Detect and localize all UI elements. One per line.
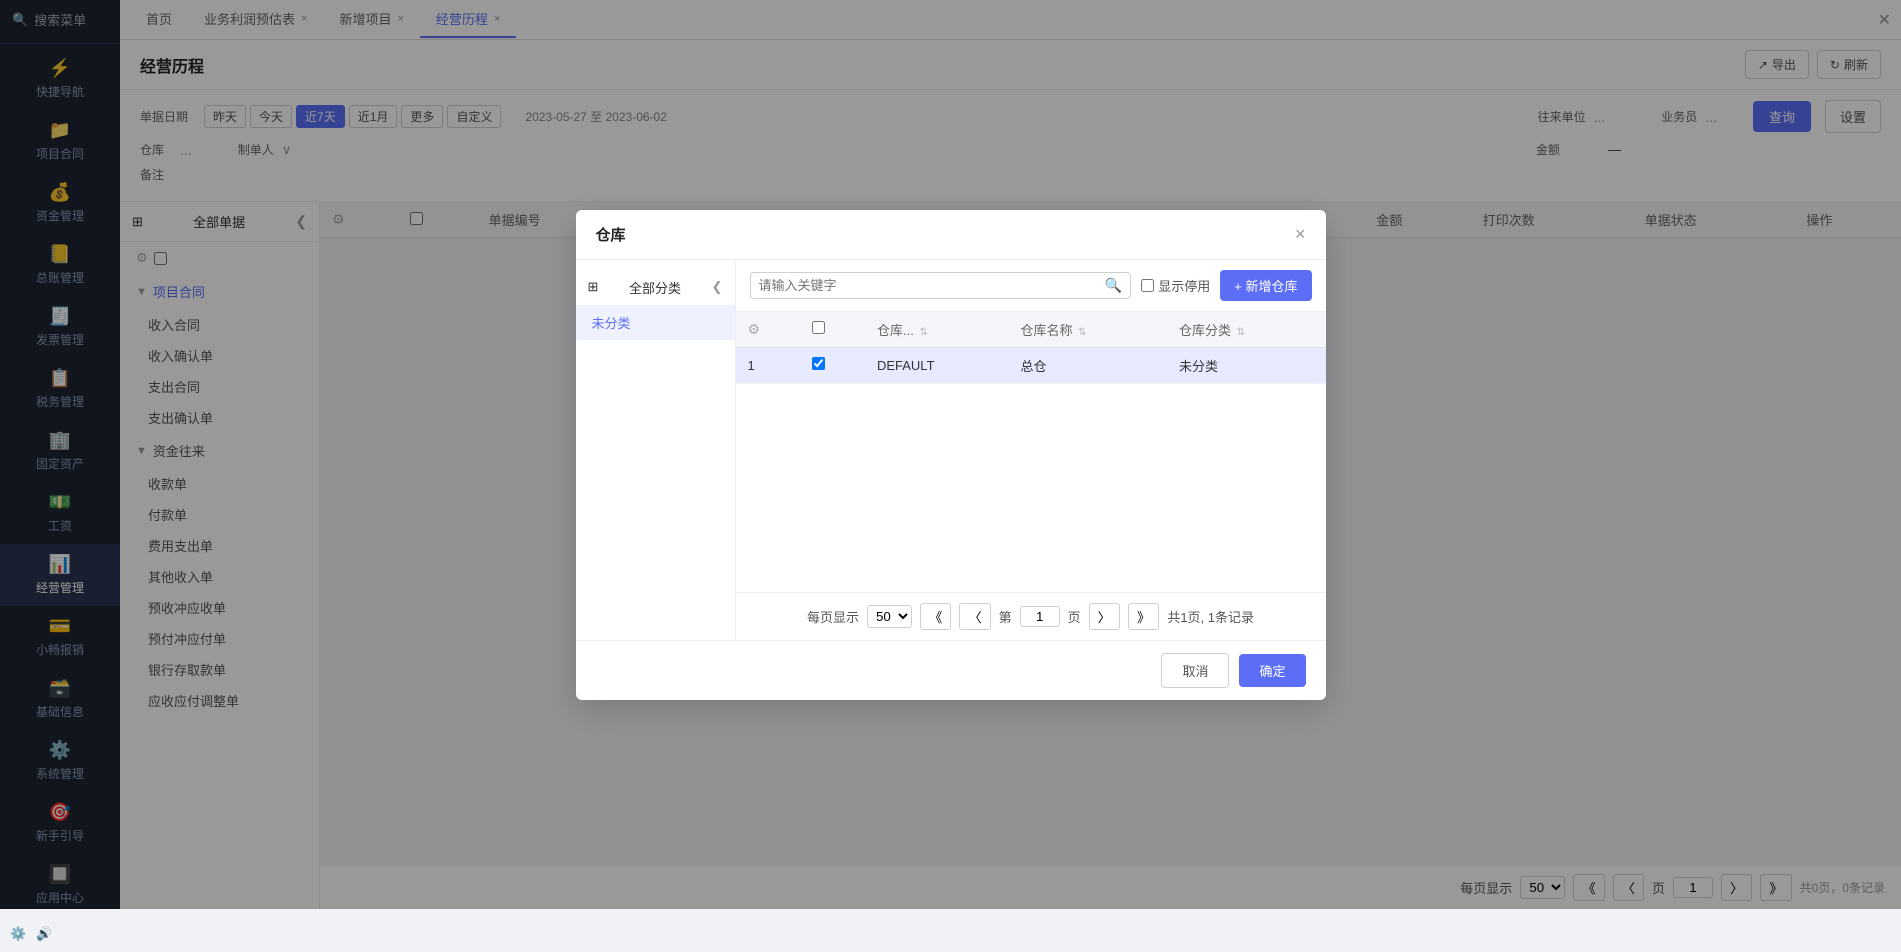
modal-first-page[interactable]: 《 [920,603,951,630]
modal-overlay: 仓库 × ⊞ 全部分类 ❮ 未分类 [0,0,1901,909]
modal-next-page[interactable]: 〉 [1089,603,1120,630]
unclassified-label: 未分类 [592,313,631,332]
warehouse-modal: 仓库 × ⊞ 全部分类 ❮ 未分类 [576,210,1326,700]
modal-last-page[interactable]: 》 [1128,603,1159,630]
modal-gear-icon[interactable]: ⚙ [748,321,761,337]
modal-page-label: 第 [999,607,1012,626]
show-disabled-checkbox[interactable]: 显示停用 [1141,276,1210,295]
modal-col-name[interactable]: 仓库名称 ⇅ [1009,312,1167,348]
show-disabled-label: 显示停用 [1158,276,1210,295]
modal-content: 🔍 显示停用 + 新增仓库 ⚙ [736,260,1326,640]
modal-sidebar-header: ⊞ 全部分类 ❮ [576,270,735,305]
sidebar-bottom: ⚙️ 🔊 [0,916,120,952]
modal-table-wrap: ⚙ 仓库... ⇅ 仓库名称 ⇅ [736,312,1326,592]
audio-icon[interactable]: 🔊 [36,926,52,942]
modal-search-input[interactable] [759,278,1099,293]
modal-col-code-label: 仓库... [877,323,914,338]
modal-footer: 取消 确定 [576,640,1326,700]
cancel-button[interactable]: 取消 [1161,653,1229,688]
modal-prev-page[interactable]: 〈 [959,603,990,630]
modal-per-page-label: 每页显示 [807,607,859,626]
confirm-button[interactable]: 确定 [1239,654,1305,687]
modal-close-button[interactable]: × [1295,224,1306,245]
modal-col-category-label: 仓库分类 [1179,323,1231,338]
modal-search-box: 🔍 [750,272,1132,299]
modal-sidebar-collapse[interactable]: ❮ [712,279,723,295]
modal-row-category: 未分类 [1167,347,1326,383]
show-disabled-input[interactable] [1141,279,1154,292]
modal-search-icon: 🔍 [1105,277,1122,294]
modal-page-input[interactable] [1020,606,1060,627]
modal-sidebar-item-unclassified[interactable]: 未分类 [576,305,735,340]
modal-row-num: 1 [736,347,800,383]
modal-table-header: ⚙ 仓库... ⇅ 仓库名称 ⇅ [736,312,1326,348]
modal-col-name-label: 仓库名称 [1021,323,1073,338]
modal-toolbar: 🔍 显示停用 + 新增仓库 [736,260,1326,312]
modal-page-unit: 页 [1068,607,1081,626]
modal-per-page-select[interactable]: 50 [867,605,912,628]
modal-row-code: DEFAULT [865,347,1009,383]
modal-body: ⊞ 全部分类 ❮ 未分类 🔍 显示停用 [576,260,1326,640]
modal-col-checkbox [800,312,865,348]
modal-header: 仓库 × [576,210,1326,260]
modal-select-all[interactable] [812,321,825,334]
modal-row-select[interactable] [812,357,825,370]
sort-icon-name: ⇅ [1078,327,1086,338]
modal-sidebar: ⊞ 全部分类 ❮ 未分类 [576,260,736,640]
sort-icon-category: ⇅ [1237,327,1245,338]
settings-icon[interactable]: ⚙️ [10,926,26,942]
modal-sidebar-grid-icon: ⊞ [588,279,599,295]
modal-col-gear: ⚙ [736,312,800,348]
add-warehouse-button[interactable]: + 新增仓库 [1220,270,1311,301]
modal-row-name: 总仓 [1009,347,1167,383]
modal-total-info: 共1页, 1条记录 [1167,607,1254,626]
modal-sidebar-title: 全部分类 [629,278,681,297]
modal-title: 仓库 [596,224,626,245]
modal-col-category[interactable]: 仓库分类 ⇅ [1167,312,1326,348]
modal-row-checkbox[interactable] [800,347,865,383]
modal-col-code[interactable]: 仓库... ⇅ [865,312,1009,348]
modal-table-row[interactable]: 1 DEFAULT 总仓 未分类 [736,347,1326,383]
modal-table: ⚙ 仓库... ⇅ 仓库名称 ⇅ [736,312,1326,384]
modal-pagination: 每页显示 50 《 〈 第 页 〉 》 共1页, 1条记录 [736,592,1326,640]
sort-icon-code: ⇅ [919,327,927,338]
